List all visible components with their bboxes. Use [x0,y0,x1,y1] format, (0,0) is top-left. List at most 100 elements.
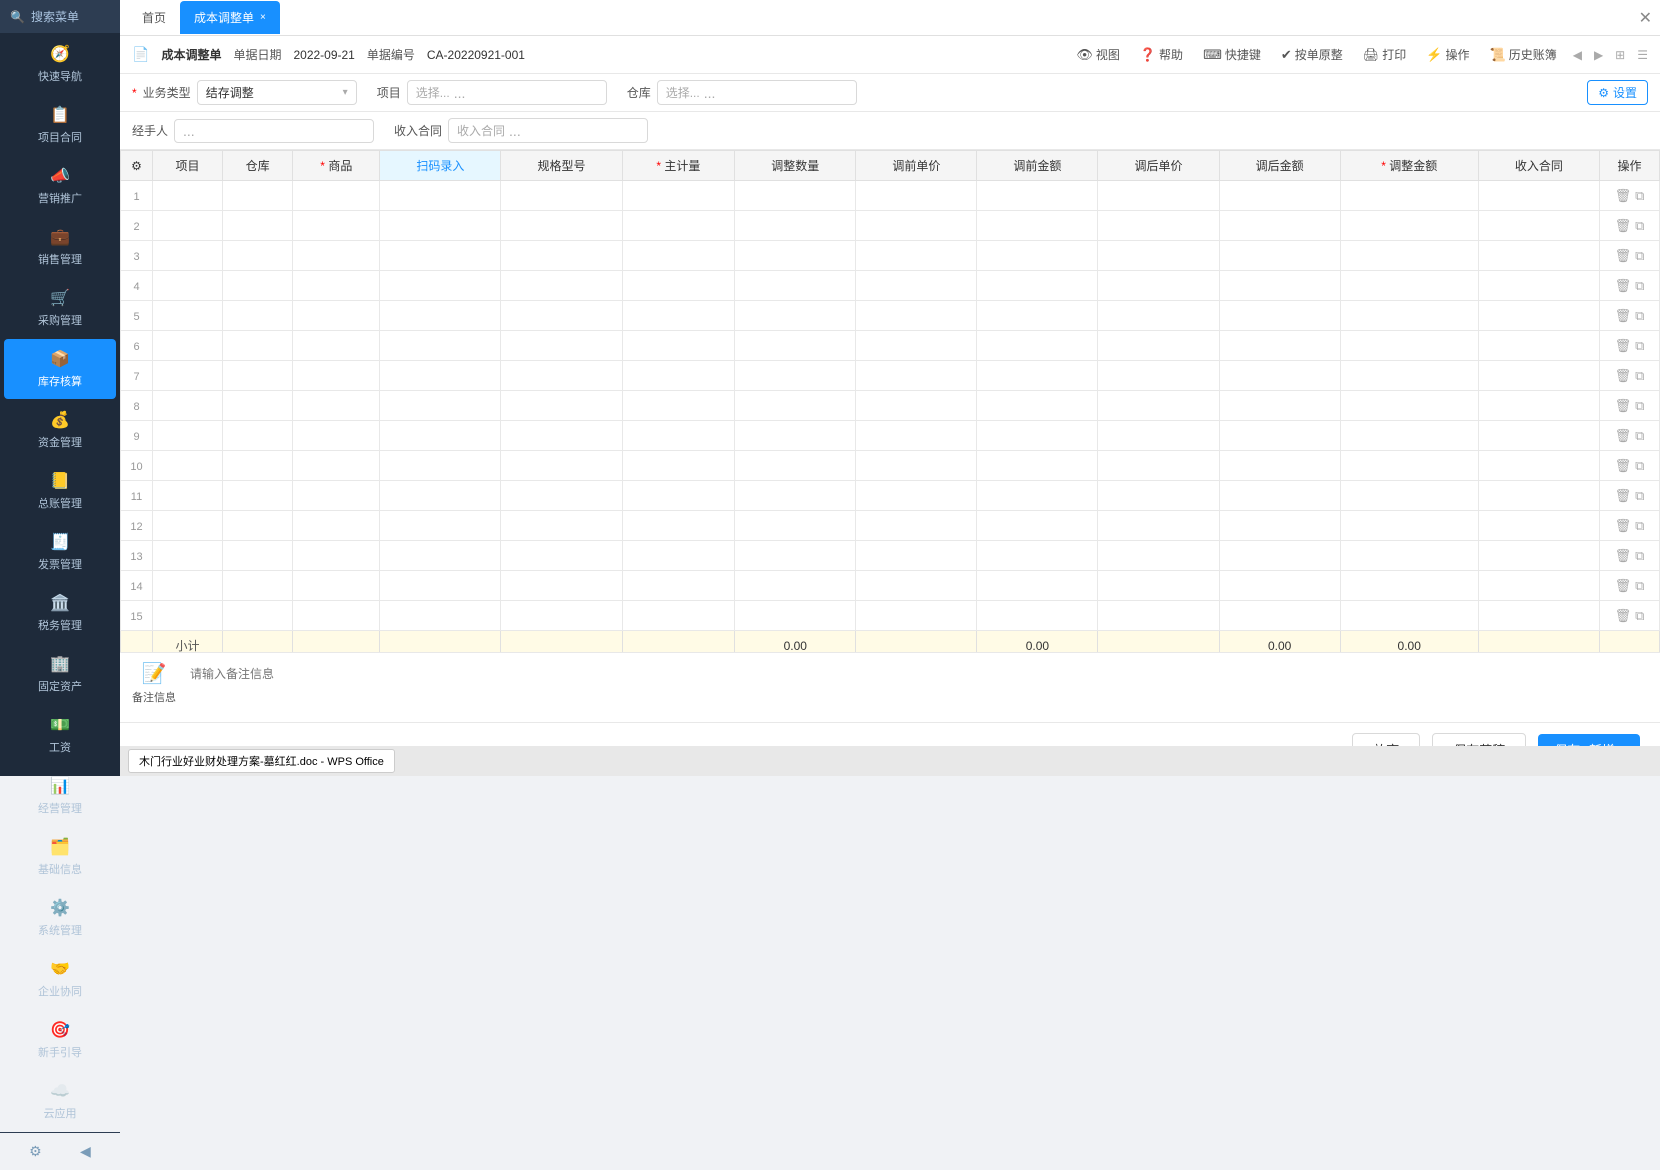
cell-1[interactable] [223,391,293,421]
sidebar-item-base-info[interactable]: 🗂️基础信息 [4,827,116,887]
shortcut-btn[interactable]: ⌨ 快捷键 [1199,44,1265,65]
cell-11[interactable] [1340,571,1478,601]
cell-12[interactable] [1478,241,1599,271]
cell-0[interactable] [153,331,223,361]
cell-0[interactable] [153,541,223,571]
sidebar-item-invoice[interactable]: 🧾发票管理 [4,522,116,582]
sidebar-item-biz-partner[interactable]: 🤝企业协同 [4,949,116,1009]
cell-1[interactable] [223,511,293,541]
cell-6[interactable] [735,331,856,361]
cell-10[interactable] [1219,211,1340,241]
delete-icon[interactable]: 🗑 [1615,578,1632,594]
copy-icon[interactable]: ⧉ [1635,248,1644,264]
cell-5[interactable] [622,391,735,421]
cell-2[interactable] [293,481,380,511]
cell-10[interactable] [1219,481,1340,511]
sidebar-item-tax[interactable]: 🏛️税务管理 [4,583,116,643]
cell-7[interactable] [856,481,977,511]
cell-11[interactable] [1340,271,1478,301]
sidebar-item-quick-nav[interactable]: 🧭快速导航 [4,34,116,94]
cell-5[interactable] [622,511,735,541]
settings-button[interactable]: ⚙ 设置 [1587,80,1648,105]
cell-1[interactable] [223,271,293,301]
cell-1[interactable] [223,601,293,631]
cell-9[interactable] [1098,451,1219,481]
cell-10[interactable] [1219,451,1340,481]
cell-3[interactable] [380,541,501,571]
cell-3[interactable] [380,391,501,421]
cell-8[interactable] [977,421,1098,451]
collapse-icon[interactable]: ◀ [80,1143,91,1160]
cell-9[interactable] [1098,481,1219,511]
cell-4[interactable] [501,421,622,451]
cell-11[interactable] [1340,391,1478,421]
cell-0[interactable] [153,451,223,481]
delete-icon[interactable]: 🗑 [1615,368,1632,384]
cell-11[interactable] [1340,181,1478,211]
col-settings[interactable]: ⚙ [121,151,153,181]
cell-6[interactable] [735,271,856,301]
cell-10[interactable] [1219,241,1340,271]
cell-0[interactable] [153,241,223,271]
cell-2[interactable] [293,271,380,301]
cell-5[interactable] [622,601,735,631]
cell-8[interactable] [977,571,1098,601]
cell-6[interactable] [735,571,856,601]
window-close-icon[interactable]: ✕ [1639,8,1652,28]
cell-12[interactable] [1478,451,1599,481]
cell-4[interactable] [501,361,622,391]
cell-0[interactable] [153,301,223,331]
cell-0[interactable] [153,211,223,241]
cell-3[interactable] [380,181,501,211]
cell-3[interactable] [380,511,501,541]
cell-5[interactable] [622,421,735,451]
cell-10[interactable] [1219,511,1340,541]
cell-5[interactable] [622,331,735,361]
delete-icon[interactable]: 🗑 [1615,218,1632,234]
sidebar-item-cloud-app[interactable]: ☁️云应用 [4,1071,116,1131]
cell-10[interactable] [1219,181,1340,211]
sidebar-item-purchase-mgmt[interactable]: 🛒采购管理 [4,278,116,338]
cell-3[interactable] [380,361,501,391]
cell-1[interactable] [223,481,293,511]
taskbar-item[interactable]: 木门行业好业财处理方案-墓红红.doc - WPS Office [128,749,395,773]
cell-8[interactable] [977,181,1098,211]
check-adjust-btn[interactable]: ✔ 按单原整 [1277,44,1347,65]
delete-icon[interactable]: 🗑 [1615,278,1632,294]
cell-6[interactable] [735,421,856,451]
cell-2[interactable] [293,571,380,601]
cell-10[interactable] [1219,601,1340,631]
cell-6[interactable] [735,211,856,241]
sidebar-item-payroll[interactable]: 💵工资 [4,705,116,765]
copy-icon[interactable]: ⧉ [1635,578,1644,594]
income-contract-input[interactable]: 收入合同 ... [448,118,648,143]
cell-1[interactable] [223,331,293,361]
cell-0[interactable] [153,181,223,211]
cell-7[interactable] [856,451,977,481]
delete-icon[interactable]: 🗑 [1615,518,1632,534]
cell-4[interactable] [501,601,622,631]
cell-6[interactable] [735,511,856,541]
cell-5[interactable] [622,301,735,331]
cell-3[interactable] [380,601,501,631]
cell-2[interactable] [293,211,380,241]
cell-11[interactable] [1340,331,1478,361]
cell-3[interactable] [380,211,501,241]
cell-0[interactable] [153,571,223,601]
delete-icon[interactable]: 🗑 [1615,248,1632,264]
cell-0[interactable] [153,481,223,511]
cell-8[interactable] [977,241,1098,271]
cell-4[interactable] [501,481,622,511]
cell-0[interactable] [153,421,223,451]
nav-right-icon[interactable]: ▶ [1594,48,1603,62]
cell-7[interactable] [856,391,977,421]
cell-6[interactable] [735,181,856,211]
cell-1[interactable] [223,421,293,451]
cell-2[interactable] [293,361,380,391]
cell-12[interactable] [1478,481,1599,511]
cell-6[interactable] [735,451,856,481]
cell-0[interactable] [153,391,223,421]
cell-10[interactable] [1219,271,1340,301]
delete-icon[interactable]: 🗑 [1615,398,1632,414]
copy-icon[interactable]: ⧉ [1635,188,1644,204]
